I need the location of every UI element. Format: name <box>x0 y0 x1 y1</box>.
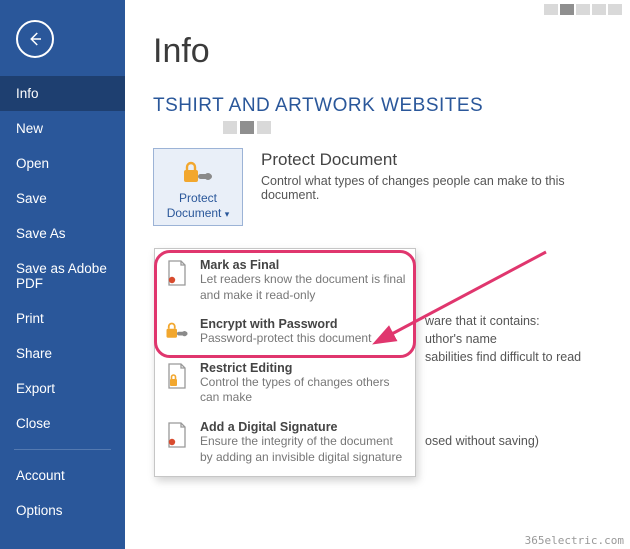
menu-mark-as-final[interactable]: Mark as Final Let readers know the docum… <box>158 252 412 311</box>
menu-title: Restrict Editing <box>200 361 406 375</box>
mark-final-icon <box>166 260 188 286</box>
sidebar-item-account[interactable]: Account <box>0 458 125 493</box>
sidebar-item-save-as-adobe-pdf[interactable]: Save as Adobe PDF <box>0 251 125 301</box>
lock-key-icon <box>182 158 214 188</box>
menu-title: Encrypt with Password <box>200 317 406 331</box>
menu-title: Mark as Final <box>200 258 406 272</box>
menu-add-digital-signature[interactable]: Add a Digital Signature Ensure the integ… <box>158 414 412 473</box>
protect-document-button[interactable]: Protect Document ▾ <box>153 148 243 226</box>
menu-desc: Ensure the integrity of the document by … <box>200 434 406 465</box>
sidebar-item-save[interactable]: Save <box>0 181 125 216</box>
bg-text-inspect-2: uthor's name <box>425 330 497 349</box>
protect-doc-description: Control what types of changes people can… <box>261 174 620 202</box>
lock-key-icon <box>165 319 189 343</box>
bg-text-inspect-3: sabilities find difficult to read <box>425 348 581 367</box>
sidebar-item-share[interactable]: Share <box>0 336 125 371</box>
sidebar-item-close[interactable]: Close <box>0 406 125 441</box>
document-title: TSHIRT AND ARTWORK WEBSITES <box>153 95 620 117</box>
page-title: Info <box>153 32 620 71</box>
sidebar-item-save-as[interactable]: Save As <box>0 216 125 251</box>
menu-title: Add a Digital Signature <box>200 420 406 434</box>
protect-button-line2: Document <box>167 206 222 220</box>
menu-desc: Control the types of changes others can … <box>200 375 406 406</box>
window-decor <box>544 4 622 15</box>
document-path-placeholder <box>223 121 620 134</box>
sidebar-item-info[interactable]: Info <box>0 76 125 111</box>
dropdown-caret-icon: ▾ <box>225 209 230 219</box>
restrict-editing-icon <box>166 363 188 389</box>
protect-button-line1: Protect <box>179 191 217 205</box>
menu-encrypt-with-password[interactable]: Encrypt with Password Password-protect t… <box>158 311 412 355</box>
menu-desc: Let readers know the document is final a… <box>200 272 406 303</box>
sidebar-item-export[interactable]: Export <box>0 371 125 406</box>
sidebar-divider <box>14 449 111 450</box>
sidebar-item-options[interactable]: Options <box>0 493 125 528</box>
protect-document-menu: Mark as Final Let readers know the docum… <box>154 248 416 477</box>
sidebar-item-new[interactable]: New <box>0 111 125 146</box>
protect-doc-heading: Protect Document <box>261 150 620 170</box>
sidebar-item-open[interactable]: Open <box>0 146 125 181</box>
watermark: 365electric.com <box>525 534 624 547</box>
digital-signature-icon <box>166 422 188 448</box>
bg-text-versions: osed without saving) <box>425 432 539 451</box>
sidebar-item-print[interactable]: Print <box>0 301 125 336</box>
menu-restrict-editing[interactable]: Restrict Editing Control the types of ch… <box>158 355 412 414</box>
back-button[interactable] <box>16 20 54 58</box>
backstage-sidebar: Info New Open Save Save As Save as Adobe… <box>0 0 125 549</box>
menu-desc: Password-protect this document <box>200 331 406 347</box>
arrow-left-icon <box>26 30 44 48</box>
bg-text-inspect-1: ware that it contains: <box>425 312 540 331</box>
